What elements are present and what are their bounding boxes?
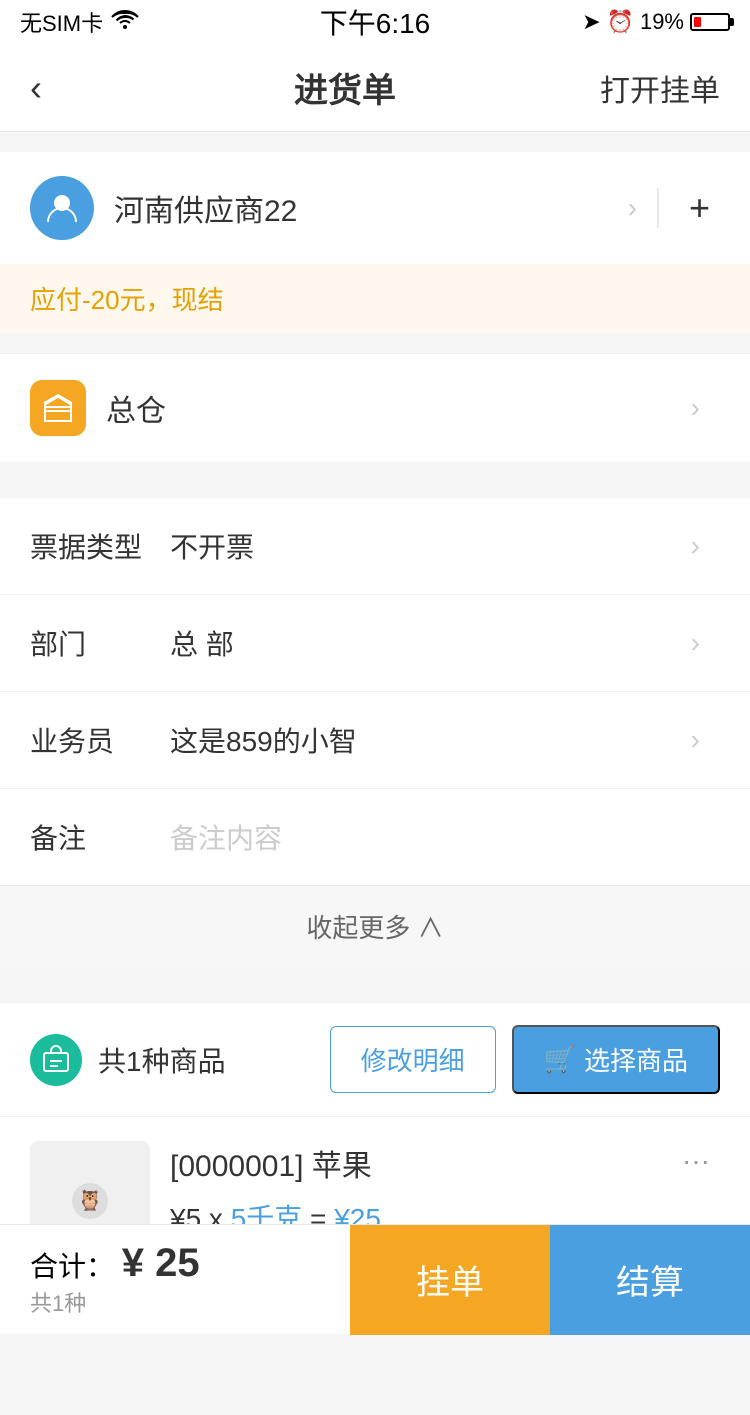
add-supplier-button[interactable]: + [679,187,720,229]
dept-row[interactable]: 部门 总 部 › [0,595,750,692]
products-header: 共1种商品 修改明细 🛒 选择商品 [0,1003,750,1117]
supplier-avatar [30,176,94,240]
wifi-icon [111,8,139,36]
hang-button[interactable]: 挂单 [350,1225,550,1335]
product-name: [0000001] 苹果 [170,1141,672,1185]
battery-percent: 19% [640,9,684,35]
footer-total: 合计： ¥ 25 共1种 [0,1241,350,1318]
footer-total-amount: ¥ 25 [122,1241,200,1285]
modify-detail-button[interactable]: 修改明细 [330,1026,496,1093]
warehouse-name: 总仓 [106,386,691,430]
footer-total-label: 合计： [30,1251,114,1282]
footer-total-count: 共1种 [30,1286,320,1318]
page-title: 进货单 [294,63,396,112]
salesperson-chevron-icon: › [691,724,700,756]
invoice-chevron-icon: › [691,530,700,562]
invoice-label: 票据类型 [30,526,170,566]
svg-text:🦉: 🦉 [78,1189,103,1212]
note-row[interactable]: 备注 备注内容 [0,789,750,885]
salesperson-value: 这是859的小智 [170,720,691,760]
product-count-text: 共1种商品 [98,1040,330,1080]
spacer-4 [0,967,750,987]
warehouse-icon [30,380,86,436]
supplier-name: 河南供应商22 [114,186,628,230]
note-label: 备注 [30,817,170,857]
cart-icon: 🛒 [544,1044,576,1075]
alarm-icon: ⏰ [607,9,634,35]
warehouse-row[interactable]: 总仓 › [0,353,750,462]
note-input[interactable]: 备注内容 [170,817,720,857]
dept-value: 总 部 [170,623,691,663]
invoice-row[interactable]: 票据类型 不开票 › [0,498,750,595]
product-info: [0000001] 苹果 ¥5 x 5千克 = ¥25 [170,1141,672,1237]
battery-icon [690,13,730,31]
signal-text: 无SIM卡 [20,6,103,38]
product-more-button[interactable]: ··· [672,1141,720,1181]
salesperson-row[interactable]: 业务员 这是859的小智 › [0,692,750,789]
supplier-chevron-icon: › [628,192,637,224]
invoice-value: 不开票 [170,526,691,566]
status-time: 下午6:16 [320,2,431,42]
product-count-icon [30,1034,82,1086]
checkout-button[interactable]: 结算 [550,1225,750,1335]
product-title: 苹果 [312,1150,372,1183]
footer: 合计： ¥ 25 共1种 挂单 结算 [0,1224,750,1334]
supplier-info-banner: 应付-20元，现结 [0,264,750,333]
salesperson-label: 业务员 [30,720,170,760]
location-icon: ➤ [582,9,600,35]
supplier-divider [657,188,659,228]
open-hang-button[interactable]: 打开挂单 [600,66,720,110]
back-button[interactable]: ‹ [30,67,90,109]
form-section: 票据类型 不开票 › 部门 总 部 › 业务员 这是859的小智 › 备注 备注… [0,498,750,885]
supplier-section: 河南供应商22 › + 应付-20元，现结 [0,152,750,333]
spacer-3 [0,462,750,482]
dept-label: 部门 [30,623,170,663]
status-bar: 无SIM卡 下午6:16 ➤ ⏰ 19% [0,0,750,44]
collapse-more-button[interactable]: 收起更多 ∧ [0,885,750,967]
select-product-button[interactable]: 🛒 选择商品 [512,1025,720,1094]
nav-bar: ‹ 进货单 打开挂单 [0,44,750,132]
dept-chevron-icon: › [691,627,700,659]
warehouse-chevron-icon: › [691,392,700,424]
spacer-2 [0,333,750,353]
product-code: [0000001] [170,1150,312,1183]
warehouse-section: 总仓 › [0,353,750,462]
spacer-1 [0,132,750,152]
supplier-row[interactable]: 河南供应商22 › + [0,152,750,264]
